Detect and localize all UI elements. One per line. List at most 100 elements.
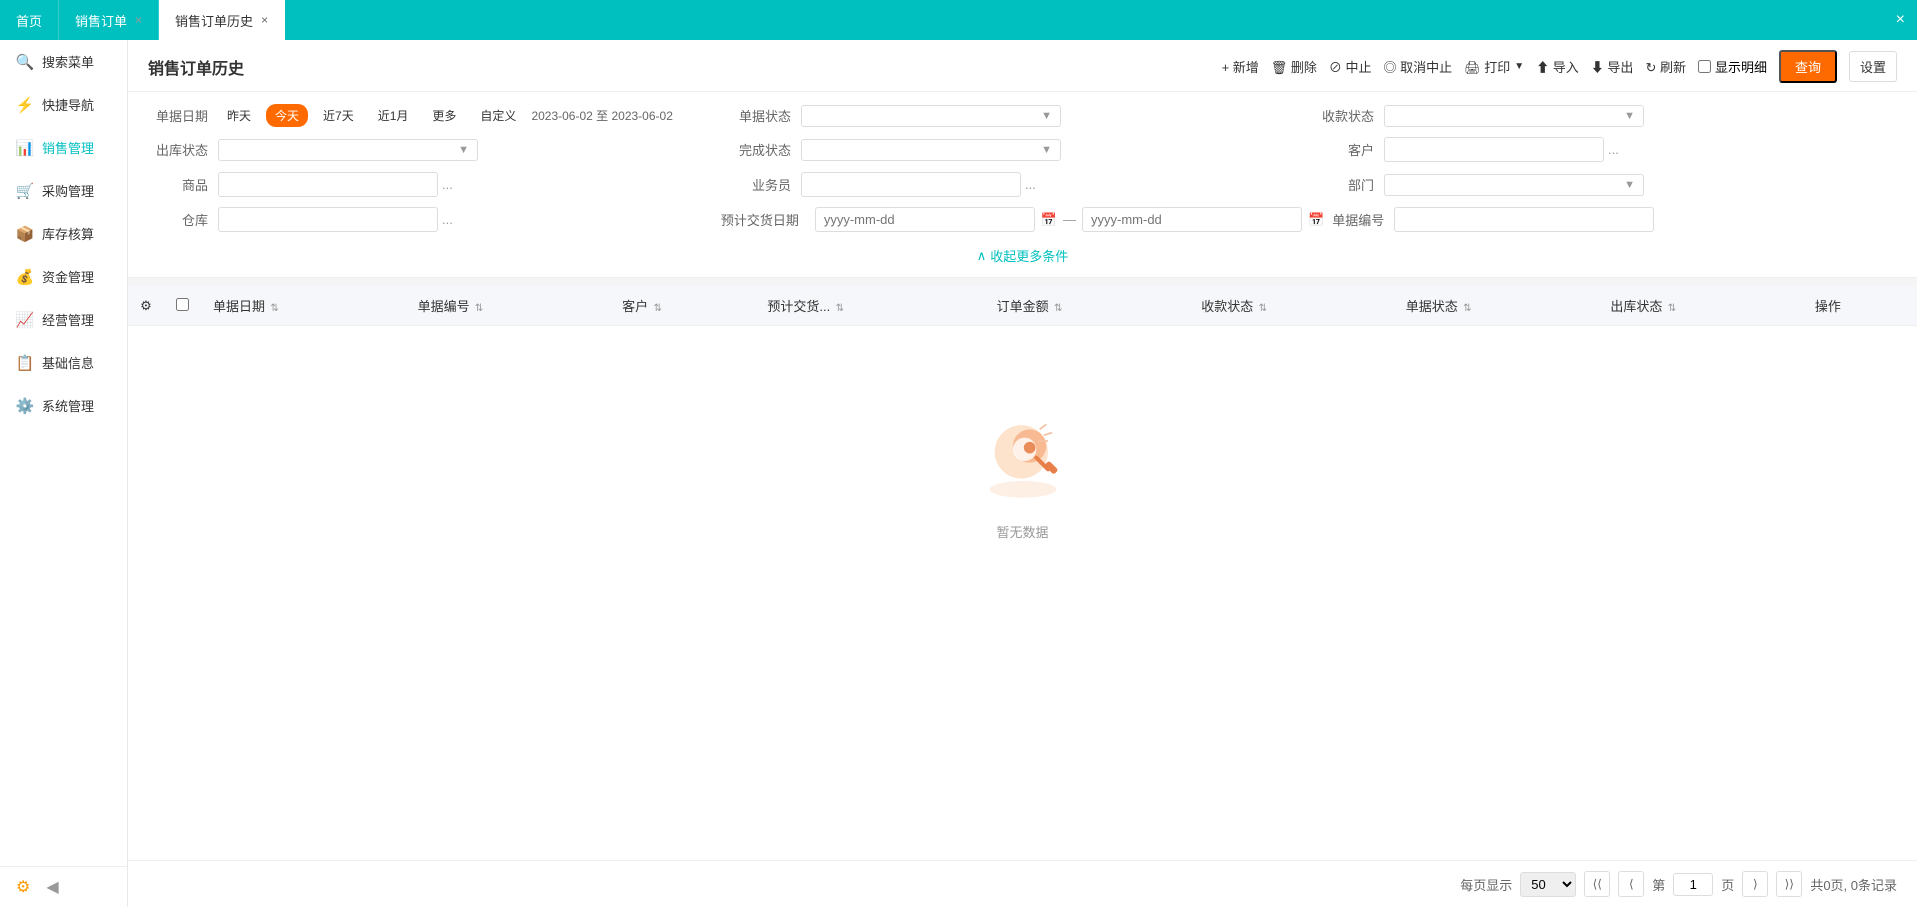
date-filter-value: 昨天 今天 近7天 近1月 更多 自定义 2023-06-02 至 2023-0…: [218, 104, 731, 127]
department-select[interactable]: ▼: [1384, 174, 1644, 196]
sidebar-item-system[interactable]: ⚙️ 系统管理: [0, 384, 127, 427]
show-detail-checkbox-area[interactable]: 显示明细: [1698, 57, 1767, 76]
sidebar: 🔍 搜索菜单 ⚡ 快捷导航 📊 销售管理 🛒 采购管理 📦 库存核算 💰 资金管…: [0, 40, 128, 907]
order-status-select[interactable]: ▼: [801, 105, 1061, 127]
delivery-status-select[interactable]: ▼: [218, 139, 478, 161]
delete-button[interactable]: 🗑 删除: [1271, 57, 1317, 76]
basic-info-icon: 📋: [16, 354, 34, 372]
empty-illustration: [973, 406, 1073, 506]
sidebar-item-search[interactable]: 🔍 搜索菜单: [0, 40, 127, 83]
sidebar-item-purchase[interactable]: 🛒 采购管理: [0, 169, 127, 212]
th-date[interactable]: 单据日期 ⇅: [201, 286, 406, 326]
sidebar-collapse-icon[interactable]: ◀: [46, 877, 58, 897]
finance-icon: 💰: [16, 268, 34, 286]
sidebar-item-inventory[interactable]: 📦 库存核算: [0, 212, 127, 255]
goods-input[interactable]: [218, 172, 438, 197]
first-page-btn[interactable]: ⟨⟨: [1584, 871, 1610, 897]
last-page-btn[interactable]: ⟩⟩: [1776, 871, 1802, 897]
content-area: 销售订单历史 + 新增 🗑 删除 ⊘ 中止 ◎ 取消中止 🖨 打印 ▼: [128, 40, 1917, 907]
date-range: 2023-06-02 至 2023-06-02: [531, 107, 672, 124]
filter-row-4: 仓库 ... 预计交货日期 📅 — 📅 单据编号: [148, 207, 1897, 232]
warehouse-label: 仓库: [148, 210, 218, 229]
show-detail-checkbox[interactable]: [1698, 60, 1711, 73]
th-delivery[interactable]: 预计交货... ⇅: [755, 286, 984, 326]
date-btn-custom[interactable]: 自定义: [471, 104, 525, 127]
inventory-icon: 📦: [16, 225, 34, 243]
sidebar-item-sales[interactable]: 📊 销售管理: [0, 126, 127, 169]
refresh-button[interactable]: ↻ 刷新: [1645, 57, 1686, 76]
warehouse-dots[interactable]: ...: [438, 212, 457, 227]
import-button[interactable]: ⬆ 导入: [1536, 57, 1579, 76]
delivery-date-end[interactable]: [1082, 207, 1302, 232]
new-button[interactable]: + 新增: [1222, 57, 1259, 76]
salesperson-label: 业务员: [731, 175, 801, 194]
close-tab-sales-order[interactable]: ×: [135, 13, 142, 27]
sidebar-settings-icon[interactable]: ⚙: [16, 877, 30, 897]
delivery-date-label: 预计交货日期: [721, 210, 809, 229]
tab-home[interactable]: 首页: [0, 0, 59, 40]
page-go-label: 第: [1652, 875, 1665, 894]
cancel-stop-button[interactable]: ◎ 取消中止: [1384, 57, 1453, 76]
date-btn-more[interactable]: 更多: [423, 104, 465, 127]
th-delivery-status[interactable]: 出库状态 ⇅: [1598, 286, 1803, 326]
page-input[interactable]: [1673, 873, 1713, 896]
date-btn-7days[interactable]: 近7天: [314, 104, 363, 127]
calendar-icon-start[interactable]: 📅: [1041, 212, 1057, 228]
next-page-btn[interactable]: ⟩: [1742, 871, 1768, 897]
close-tab-sales-history[interactable]: ×: [261, 13, 268, 27]
sort-delivery-icon: ⇅: [836, 303, 844, 314]
goods-label: 商品: [148, 175, 218, 194]
sidebar-item-basic-info[interactable]: 📋 基础信息: [0, 341, 127, 384]
th-customer[interactable]: 客户 ⇅: [610, 286, 755, 326]
tab-sales-order[interactable]: 销售订单 ×: [59, 0, 159, 40]
th-amount[interactable]: 订单金额 ⇅: [985, 286, 1190, 326]
pagination: 每页显示 10 20 50 100 ⟨⟨ ⟨ 第 页 ⟩ ⟩⟩ 共0页, 0条记…: [128, 860, 1917, 907]
th-settings: ⚙: [128, 286, 164, 326]
print-button[interactable]: 🖨 打印 ▼: [1464, 57, 1524, 76]
delivery-date-start[interactable]: [815, 207, 1035, 232]
sort-order-status-icon: ⇅: [1463, 303, 1471, 314]
th-order-status[interactable]: 单据状态 ⇅: [1394, 286, 1599, 326]
warehouse-input[interactable]: [218, 207, 438, 232]
delivery-status-label: 出库状态: [148, 140, 218, 159]
th-payment[interactable]: 收款状态 ⇅: [1189, 286, 1394, 326]
payment-status-label: 收款状态: [1314, 106, 1384, 125]
select-all-checkbox[interactable]: [176, 298, 189, 311]
salesperson-dots[interactable]: ...: [1021, 177, 1040, 192]
settings-button[interactable]: 设置: [1849, 51, 1897, 82]
sidebar-item-operations[interactable]: 📈 经营管理: [0, 298, 127, 341]
customer-dots[interactable]: ...: [1604, 142, 1623, 157]
filter-row-2: 出库状态 ▼ 完成状态 ▼ 客户 ...: [148, 137, 1897, 162]
order-number-label: 单据编号: [1324, 210, 1394, 229]
date-btn-1month[interactable]: 近1月: [369, 104, 418, 127]
stop-button[interactable]: ⊘ 中止: [1329, 57, 1372, 76]
sidebar-item-finance[interactable]: 💰 资金管理: [0, 255, 127, 298]
page-label: 页: [1721, 875, 1734, 894]
collapse-button[interactable]: ∧ 收起更多条件: [148, 242, 1897, 269]
tab-sales-order-history[interactable]: 销售订单历史 ×: [159, 0, 285, 40]
sort-customer-icon: ⇅: [653, 303, 661, 314]
sidebar-item-quick-nav[interactable]: ⚡ 快捷导航: [0, 83, 127, 126]
filter-row-1: 单据日期 昨天 今天 近7天 近1月 更多 自定义 2023-06-02 至 2…: [148, 104, 1897, 127]
order-status-arrow: ▼: [1041, 110, 1052, 122]
query-button[interactable]: 查询: [1779, 50, 1837, 83]
completion-status-select[interactable]: ▼: [801, 139, 1061, 161]
window-close-btn[interactable]: ×: [1896, 11, 1905, 29]
th-number[interactable]: 单据编号 ⇅: [406, 286, 611, 326]
page-size-select[interactable]: 10 20 50 100: [1520, 872, 1576, 897]
sort-date-icon: ⇅: [270, 303, 278, 314]
department-label: 部门: [1314, 175, 1384, 194]
prev-page-btn[interactable]: ⟨: [1618, 871, 1644, 897]
salesperson-input[interactable]: [801, 172, 1021, 197]
order-number-input[interactable]: [1394, 207, 1654, 232]
goods-dots[interactable]: ...: [438, 177, 457, 192]
date-btn-yesterday[interactable]: 昨天: [218, 104, 260, 127]
customer-input[interactable]: [1384, 137, 1604, 162]
payment-status-select[interactable]: ▼: [1384, 105, 1644, 127]
calendar-icon-end[interactable]: 📅: [1308, 212, 1324, 228]
sales-icon: 📊: [16, 139, 34, 157]
date-btn-today[interactable]: 今天: [266, 104, 308, 127]
page-title: 销售订单历史: [148, 55, 244, 79]
table-settings-icon[interactable]: ⚙: [140, 298, 152, 313]
export-button[interactable]: ⬇ 导出: [1591, 57, 1634, 76]
